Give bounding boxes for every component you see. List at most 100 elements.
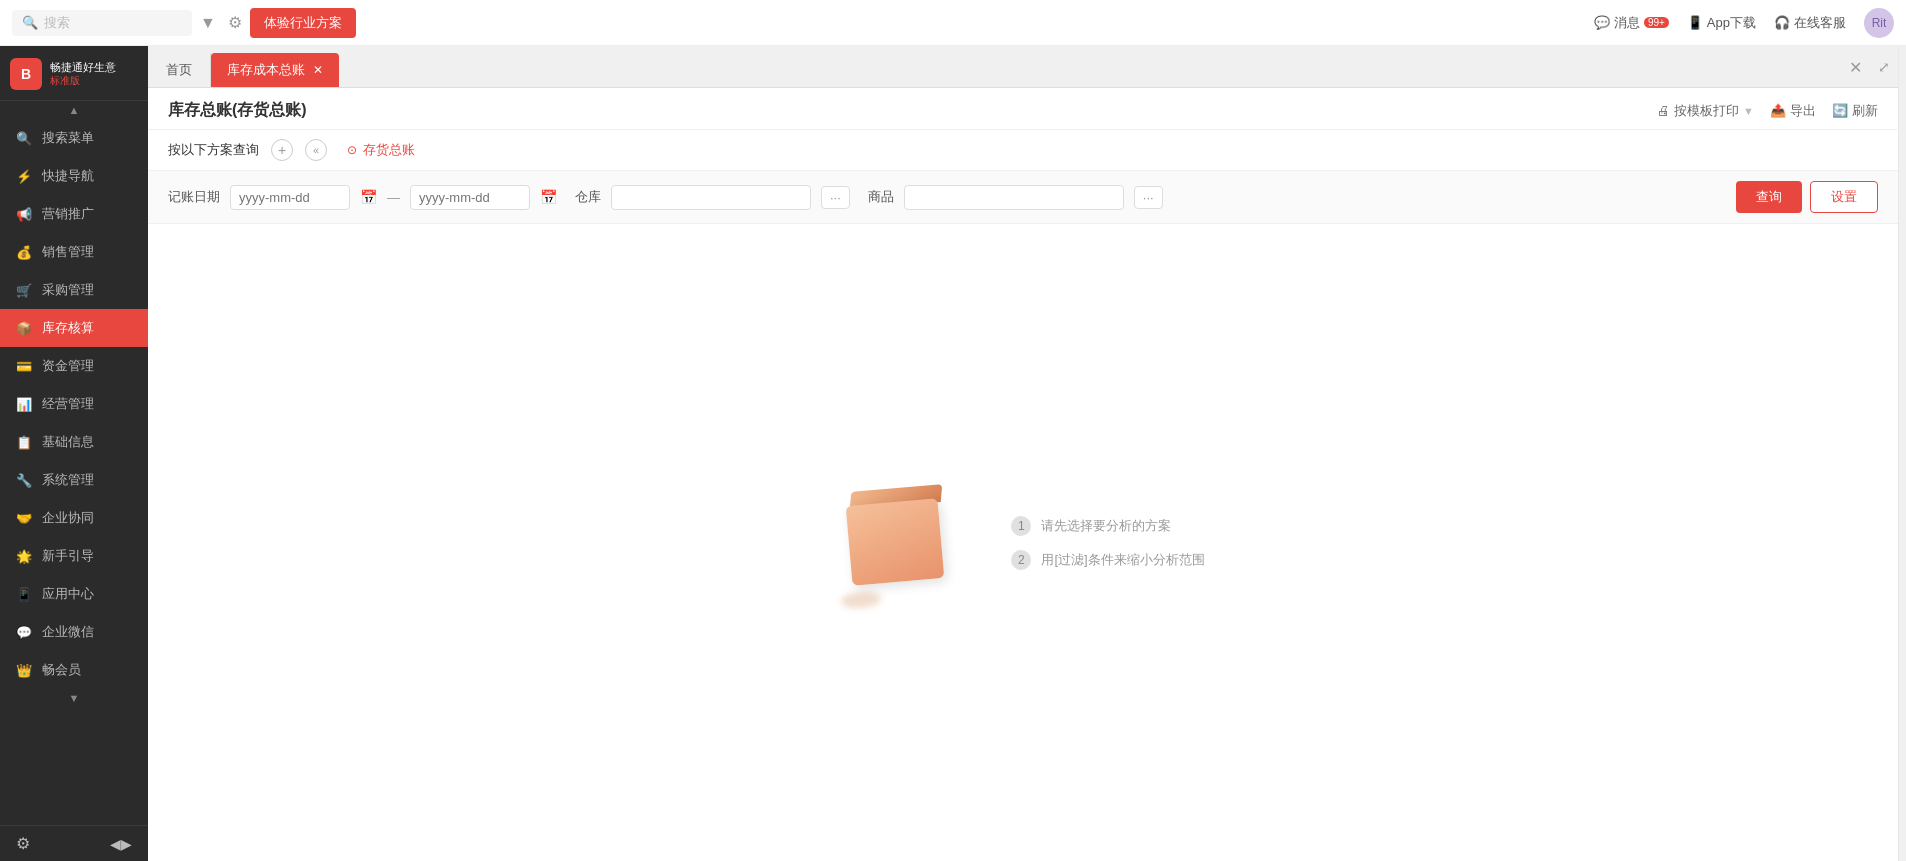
sidebar-item-enterprise[interactable]: 🤝 企业协同	[0, 499, 148, 537]
sidebar-item-sales[interactable]: 💰 销售管理	[0, 233, 148, 271]
logo-icon: B	[10, 58, 42, 90]
topbar-gear-icon[interactable]: ⚙	[228, 13, 242, 32]
date-to-input[interactable]	[410, 185, 530, 210]
refresh-icon: 🔄	[1832, 103, 1848, 118]
tab-inventory-cost[interactable]: 库存成本总账 ✕	[211, 53, 339, 87]
warehouse-input[interactable]	[611, 185, 811, 210]
sidebar-collapse-icon[interactable]: ◀▶	[110, 836, 132, 852]
sidebar-item-member[interactable]: 👑 畅会员	[0, 651, 148, 689]
finance-icon: 💳	[16, 359, 32, 374]
sidebar-settings-icon[interactable]: ⚙	[16, 834, 30, 853]
topbar-search-placeholder: 搜索	[44, 14, 70, 32]
sidebar-item-inventory[interactable]: 📦 库存核算	[0, 309, 148, 347]
system-icon: 🔧	[16, 473, 32, 488]
export-icon: 📤	[1770, 103, 1786, 118]
sidebar-item-guide[interactable]: 🌟 新手引导	[0, 537, 148, 575]
export-button[interactable]: 📤 导出	[1770, 102, 1816, 120]
hint-2-num: 2	[1011, 550, 1031, 570]
sidebar-item-finance[interactable]: 💳 资金管理	[0, 347, 148, 385]
wechat-icon: 💬	[16, 625, 32, 640]
print-button[interactable]: 🖨 按模板打印 ▼	[1657, 102, 1754, 120]
topbar-search-box[interactable]: 🔍 搜索	[12, 10, 192, 36]
online-service-button[interactable]: 🎧 在线客服	[1774, 14, 1846, 32]
filter-scheme-icon: ⊙	[347, 143, 357, 157]
panel-close-icon[interactable]: ✕	[1849, 57, 1862, 76]
sidebar-item-label: 库存核算	[42, 319, 94, 337]
online-service-label: 在线客服	[1794, 14, 1846, 32]
empty-state: 1 请先选择要分析的方案 2 用[过滤]条件来缩小分析范围	[148, 224, 1898, 861]
refresh-button[interactable]: 🔄 刷新	[1832, 102, 1878, 120]
message-button[interactable]: 💬 消息 99+	[1594, 14, 1669, 32]
tab-close-icon[interactable]: ✕	[313, 63, 323, 77]
enterprise-icon: 🤝	[16, 511, 32, 526]
logo-sub: 标准版	[50, 74, 116, 88]
filter-scheme-item[interactable]: ⊙ 存货总账	[339, 138, 423, 162]
user-avatar-text: Rit	[1872, 16, 1887, 30]
sidebar-item-app-center[interactable]: 📱 应用中心	[0, 575, 148, 613]
sidebar-item-label: 基础信息	[42, 433, 94, 451]
online-service-icon: 🎧	[1774, 15, 1790, 30]
calendar-to-icon[interactable]: 📅	[540, 189, 557, 205]
sidebar-item-label: 营销推广	[42, 205, 94, 223]
app-center-icon: 📱	[16, 587, 32, 602]
filter-bar: 按以下方案查询 + « ⊙ 存货总账	[148, 130, 1898, 171]
sidebar-item-quick-nav[interactable]: ⚡ 快捷导航	[0, 157, 148, 195]
filter-collapse-button[interactable]: «	[305, 139, 327, 161]
sidebar-item-label: 企业协同	[42, 509, 94, 527]
calendar-from-icon[interactable]: 📅	[360, 189, 377, 205]
app-download-icon: 📱	[1687, 15, 1703, 30]
panel-expand-icon[interactable]: ⤢	[1878, 59, 1890, 75]
export-label: 导出	[1790, 102, 1816, 120]
sidebar-item-system[interactable]: 🔧 系统管理	[0, 461, 148, 499]
settings-button[interactable]: 设置	[1810, 181, 1878, 213]
topbar-dropdown-icon[interactable]: ▼	[200, 14, 216, 32]
empty-illustration	[841, 478, 971, 608]
base-info-icon: 📋	[16, 435, 32, 450]
search-button[interactable]: 查询	[1736, 181, 1802, 213]
page-title: 库存总账(存货总账)	[168, 100, 307, 121]
member-icon: 👑	[16, 663, 32, 678]
hint-2-text: 用[过滤]条件来缩小分析范围	[1041, 551, 1204, 569]
search-icon: 🔍	[22, 15, 38, 30]
sidebar-item-search[interactable]: 🔍 搜索菜单	[0, 119, 148, 157]
guide-icon: 🌟	[16, 549, 32, 564]
filter-add-button[interactable]: +	[271, 139, 293, 161]
app-download-button[interactable]: 📱 App下载	[1687, 14, 1756, 32]
sidebar-scroll-down[interactable]: ▼	[0, 689, 148, 707]
industry-solution-button[interactable]: 体验行业方案	[250, 8, 356, 38]
empty-hints: 1 请先选择要分析的方案 2 用[过滤]条件来缩小分析范围	[1011, 516, 1204, 570]
sidebar-item-label: 资金管理	[42, 357, 94, 375]
sidebar-item-label: 快捷导航	[42, 167, 94, 185]
goods-input[interactable]	[904, 185, 1124, 210]
print-dropdown-icon[interactable]: ▼	[1743, 105, 1754, 117]
tab-home-label: 首页	[166, 61, 192, 79]
quick-nav-icon: ⚡	[16, 169, 32, 184]
query-row: 记账日期 📅 — 📅 仓库 ··· 商品 ··· 查询 设置	[148, 171, 1898, 224]
goods-label: 商品	[868, 188, 894, 206]
empty-hint-1: 1 请先选择要分析的方案	[1011, 516, 1204, 536]
goods-more-button[interactable]: ···	[1134, 186, 1163, 209]
message-icon: 💬	[1594, 15, 1610, 30]
app-download-label: App下载	[1707, 14, 1756, 32]
tab-home[interactable]: 首页	[148, 53, 211, 87]
sidebar-item-wechat[interactable]: 💬 企业微信	[0, 613, 148, 651]
sidebar-item-base-info[interactable]: 📋 基础信息	[0, 423, 148, 461]
sidebar-item-purchase[interactable]: 🛒 采购管理	[0, 271, 148, 309]
operations-icon: 📊	[16, 397, 32, 412]
date-from-input[interactable]	[230, 185, 350, 210]
tab-inventory-cost-label: 库存成本总账	[227, 61, 305, 79]
warehouse-label: 仓库	[575, 188, 601, 206]
sidebar-item-label: 采购管理	[42, 281, 94, 299]
sidebar-item-label: 应用中心	[42, 585, 94, 603]
sidebar-item-label: 新手引导	[42, 547, 94, 565]
filter-scheme-label: 存货总账	[363, 141, 415, 159]
page-content: 库存总账(存货总账) 🖨 按模板打印 ▼ 📤 导出 🔄 刷新	[148, 88, 1898, 861]
sidebar-scroll-up[interactable]: ▲	[0, 101, 148, 119]
sidebar-item-operations[interactable]: 📊 经营管理	[0, 385, 148, 423]
warehouse-more-button[interactable]: ···	[821, 186, 850, 209]
user-avatar[interactable]: Rit	[1864, 8, 1894, 38]
empty-hint-2: 2 用[过滤]条件来缩小分析范围	[1011, 550, 1204, 570]
sidebar-item-marketing[interactable]: 📢 营销推广	[0, 195, 148, 233]
sidebar-item-label: 经营管理	[42, 395, 94, 413]
sidebar-logo: B 畅捷通好生意 标准版	[0, 46, 148, 101]
